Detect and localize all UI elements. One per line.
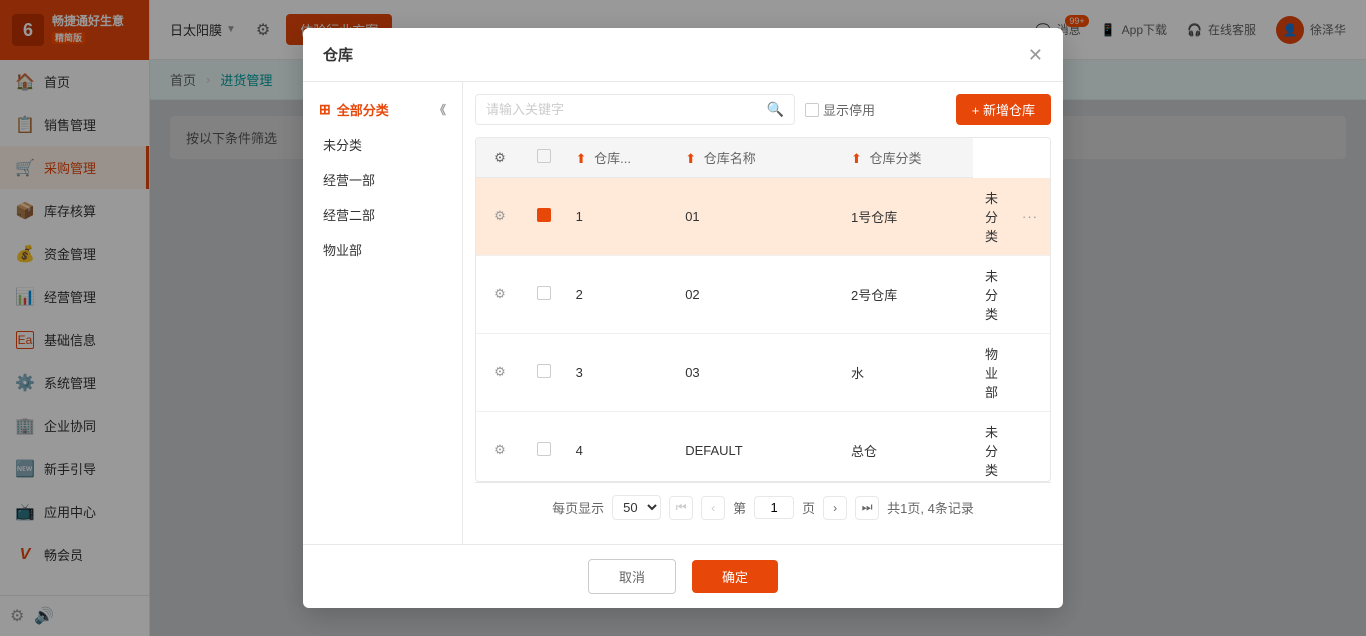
modal-title: 仓库: [323, 44, 353, 65]
modal-overlay: 仓库 ✕ ⊞ 全部分类 《 未分类 经营一部 经营二部 物业部: [0, 0, 1366, 636]
row-no-2: 2: [564, 255, 674, 333]
warehouse-modal: 仓库 ✕ ⊞ 全部分类 《 未分类 经营一部 经营二部 物业部: [303, 28, 1063, 608]
gear-icon[interactable]: ⚙: [494, 150, 506, 165]
add-warehouse-button[interactable]: + 新增仓库: [956, 94, 1051, 125]
row-category-4: 未分类: [973, 411, 1010, 482]
confirm-button[interactable]: 确定: [692, 560, 778, 593]
row-gear: ⚙: [476, 178, 524, 256]
sort-cat-icon: ⬆: [851, 151, 862, 166]
cancel-button[interactable]: 取消: [588, 559, 676, 594]
col-header-name: ⬆ 仓库名称: [673, 138, 839, 178]
page-size-select[interactable]: 50: [612, 495, 661, 520]
page-prev-btn[interactable]: ‹: [701, 496, 725, 520]
table-row[interactable]: ⚙ 2 02 2号仓库 未分类: [476, 255, 1050, 333]
collapse-button[interactable]: 《: [434, 101, 446, 118]
row-name-2: 2号仓库: [839, 255, 973, 333]
row-name-1: 1号仓库: [839, 178, 973, 256]
row-code-4: DEFAULT: [673, 411, 839, 482]
show-disabled-toggle[interactable]: 显示停用: [805, 100, 875, 119]
row-no-1: 1: [564, 178, 674, 256]
row-actions-1: ···: [1010, 178, 1050, 256]
row-name-3: 水: [839, 333, 973, 411]
row-check-1[interactable]: [524, 178, 564, 256]
pagination: 每页显示 50 ⏮ ‹ 第 页 › ⏭ 共1页, 4条记录: [475, 482, 1051, 532]
row-name-4: 总仓: [839, 411, 973, 482]
category-sidebar: ⊞ 全部分类 《 未分类 经营一部 经营二部 物业部: [303, 82, 463, 544]
row-check-4[interactable]: [524, 411, 564, 482]
warehouse-table-container: ⚙ ⬆ 仓库... ⬆: [475, 137, 1051, 482]
category-header: ⊞ 全部分类 《: [303, 92, 462, 127]
warehouse-table: ⚙ ⬆ 仓库... ⬆: [476, 138, 1050, 482]
row-gear-4: ⚙: [476, 411, 524, 482]
row-code-1: 01: [673, 178, 839, 256]
row-code-2: 02: [673, 255, 839, 333]
sort-name-icon: ⬆: [685, 151, 696, 166]
col-header-code: ⬆ 仓库...: [564, 138, 674, 178]
modal-footer: 取消 确定: [303, 544, 1063, 608]
modal-header: 仓库 ✕: [303, 28, 1063, 82]
row-no-4: 4: [564, 411, 674, 482]
select-all-checkbox[interactable]: [537, 149, 551, 163]
table-row[interactable]: ⚙ 4 DEFAULT 总仓 未分类: [476, 411, 1050, 482]
search-box: 🔍: [475, 94, 795, 125]
page-next-btn[interactable]: ›: [823, 496, 847, 520]
row-category-1: 未分类: [973, 178, 1010, 256]
page-last-btn[interactable]: ⏭: [855, 496, 879, 520]
search-icon[interactable]: 🔍: [757, 95, 794, 124]
table-row[interactable]: ⚙ 1 01 1号仓库 未分类 ···: [476, 178, 1050, 256]
warehouse-content: 🔍 显示停用 + 新增仓库 ⚙: [463, 82, 1063, 544]
row-code-3: 03: [673, 333, 839, 411]
show-disabled-checkbox[interactable]: [805, 103, 819, 117]
modal-close-button[interactable]: ✕: [1028, 46, 1043, 64]
page-first-btn[interactable]: ⏮: [669, 496, 693, 520]
category-item-dept1[interactable]: 经营一部: [303, 162, 462, 197]
row-gear-3: ⚙: [476, 333, 524, 411]
row-category-2: 未分类: [973, 255, 1010, 333]
category-item-property[interactable]: 物业部: [303, 232, 462, 267]
category-item-unclassified[interactable]: 未分类: [303, 127, 462, 162]
col-header-category: ⬆ 仓库分类: [839, 138, 973, 178]
col-header-gear: ⚙: [476, 138, 524, 178]
modal-body: ⊞ 全部分类 《 未分类 经营一部 经营二部 物业部 🔍: [303, 82, 1063, 544]
sort-icon: ⬆: [576, 151, 587, 166]
row-check-2[interactable]: [524, 255, 564, 333]
warehouse-toolbar: 🔍 显示停用 + 新增仓库: [475, 94, 1051, 125]
search-input[interactable]: [476, 96, 757, 123]
page-number-input[interactable]: [754, 496, 794, 519]
grid-icon: ⊞: [319, 101, 331, 118]
row-check-3[interactable]: [524, 333, 564, 411]
row-no-3: 3: [564, 333, 674, 411]
col-header-check: [524, 138, 564, 178]
row-gear-2: ⚙: [476, 255, 524, 333]
row-category-3: 物业部: [973, 333, 1010, 411]
table-row[interactable]: ⚙ 3 03 水 物业部: [476, 333, 1050, 411]
category-item-dept2[interactable]: 经营二部: [303, 197, 462, 232]
